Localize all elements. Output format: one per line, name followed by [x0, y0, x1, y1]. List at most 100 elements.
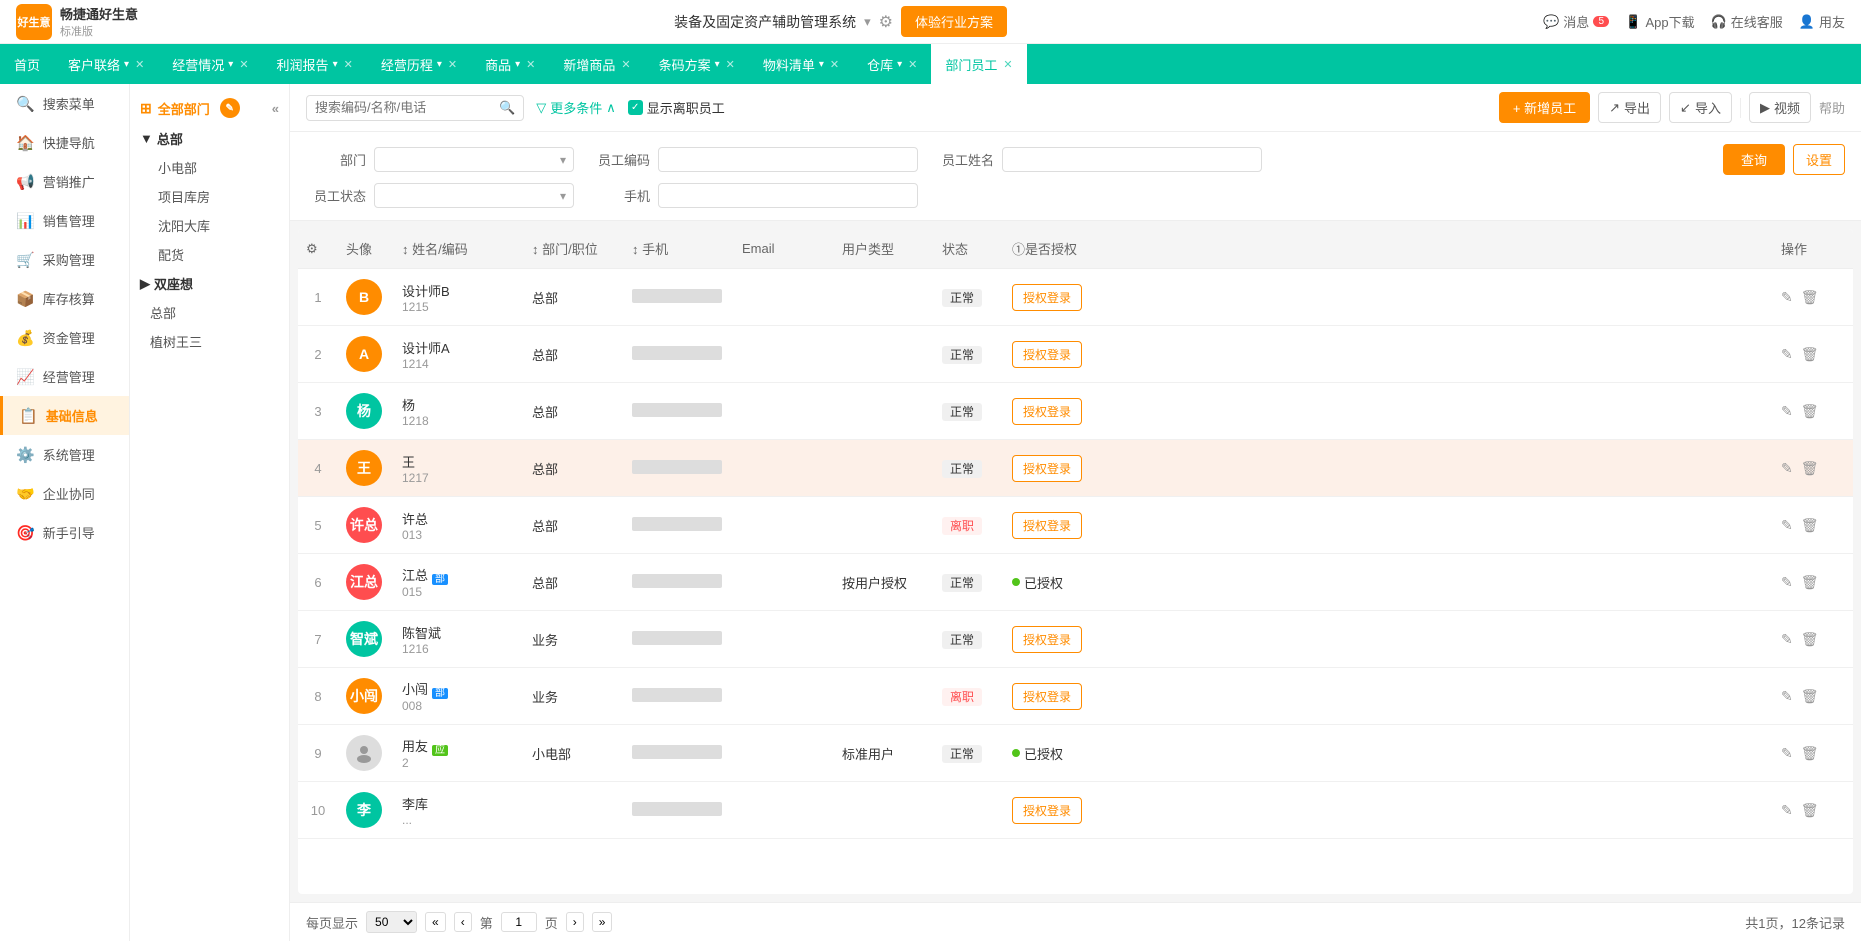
- collapse-icon[interactable]: «: [272, 101, 279, 116]
- sidebar-item-marketing[interactable]: 📢 营销推广: [0, 162, 129, 201]
- nav-item-history[interactable]: 经营历程 ▾ ✕: [367, 44, 471, 84]
- add-employee-button[interactable]: + 新增员工: [1499, 92, 1590, 123]
- more-filter-button[interactable]: ▽ 更多条件 ∧: [536, 98, 616, 117]
- col-name-header[interactable]: ↕ 姓名/编码: [394, 229, 524, 269]
- delete-icon[interactable]: 🗑: [1801, 574, 1819, 591]
- settings-button[interactable]: 设置: [1793, 144, 1845, 175]
- dept-item-xiaodian[interactable]: 小电部: [130, 153, 289, 182]
- nav-close-icon[interactable]: ✕: [830, 58, 839, 71]
- edit-icon[interactable]: ✎: [1781, 403, 1793, 420]
- authorize-button[interactable]: 授权登录: [1012, 455, 1082, 482]
- nav-close-icon[interactable]: ✕: [908, 58, 917, 71]
- nav-item-bom[interactable]: 物料清单 ▾ ✕: [749, 44, 853, 84]
- employee-code-input[interactable]: [658, 147, 918, 172]
- gear-icon[interactable]: ⚙: [879, 12, 893, 32]
- online-service-button[interactable]: 🎧 在线客服: [1711, 12, 1783, 31]
- nav-item-customer[interactable]: 客户联络 ▾ ✕: [54, 44, 158, 84]
- nav-item-home[interactable]: 首页: [0, 44, 54, 84]
- dept-item-distribution[interactable]: 配货: [130, 240, 289, 269]
- sidebar-item-collab[interactable]: 🤝 企业协同: [0, 474, 129, 513]
- edit-icon[interactable]: ✎: [1781, 517, 1793, 534]
- delete-icon[interactable]: 🗑: [1801, 745, 1819, 762]
- nav-close-icon[interactable]: ✕: [135, 58, 144, 71]
- delete-icon[interactable]: 🗑: [1801, 460, 1819, 477]
- edit-icon[interactable]: ✎: [1781, 289, 1793, 306]
- delete-icon[interactable]: 🗑: [1801, 631, 1819, 648]
- employee-name-input[interactable]: [1002, 147, 1262, 172]
- page-size-select[interactable]: 50 100: [366, 911, 417, 933]
- nav-close-icon[interactable]: ✕: [726, 58, 735, 71]
- nav-item-operation[interactable]: 经营情况 ▾ ✕: [158, 44, 262, 84]
- col-dept-header[interactable]: ↕ 部门/职位: [524, 229, 624, 269]
- sidebar-item-quicknav[interactable]: 🏠 快捷导航: [0, 123, 129, 162]
- query-button[interactable]: 查询: [1723, 144, 1785, 175]
- sidebar-item-search[interactable]: 🔍 搜索菜单: [0, 84, 129, 123]
- edit-icon[interactable]: ✎: [1781, 346, 1793, 363]
- sidebar-item-inventory[interactable]: 📦 库存核算: [0, 279, 129, 318]
- dept-item-plant[interactable]: 植树王三: [130, 327, 289, 356]
- edit-icon[interactable]: ✎: [1781, 574, 1793, 591]
- edit-icon[interactable]: ✎: [1781, 631, 1793, 648]
- dept-item-general[interactable]: 总部: [130, 298, 289, 327]
- nav-item-employee[interactable]: 部门员工 ✕: [931, 44, 1026, 84]
- delete-icon[interactable]: 🗑: [1801, 802, 1819, 819]
- sidebar-item-finance[interactable]: 💰 资金管理: [0, 318, 129, 357]
- prev-button[interactable]: ‹: [454, 912, 472, 932]
- dropdown-arrow-icon[interactable]: ▾: [864, 14, 871, 30]
- next-button[interactable]: ›: [566, 912, 584, 932]
- edit-icon[interactable]: ✎: [1781, 745, 1793, 762]
- prev-first-button[interactable]: «: [425, 912, 446, 932]
- status-select[interactable]: [374, 183, 574, 208]
- edit-icon[interactable]: ✎: [1781, 460, 1793, 477]
- dept-group-general[interactable]: ▼ 总部: [130, 124, 289, 153]
- user-avatar[interactable]: 👤 用友: [1799, 12, 1845, 31]
- next-last-button[interactable]: »: [592, 912, 613, 932]
- dept-item-project[interactable]: 项目库房: [130, 182, 289, 211]
- dept-item-shenyang[interactable]: 沈阳大库: [130, 211, 289, 240]
- dept-select-wrap[interactable]: [374, 147, 574, 172]
- nav-item-profit[interactable]: 利润报告 ▾ ✕: [263, 44, 367, 84]
- nav-close-icon[interactable]: ✕: [344, 58, 353, 71]
- search-input[interactable]: [315, 100, 495, 115]
- col-settings[interactable]: ⚙: [298, 229, 338, 269]
- message-button[interactable]: 💬 消息 5: [1543, 12, 1609, 31]
- sidebar-item-guide[interactable]: 🎯 新手引导: [0, 513, 129, 552]
- experience-button[interactable]: 体验行业方案: [901, 6, 1007, 37]
- delete-icon[interactable]: 🗑: [1801, 688, 1819, 705]
- sidebar-item-basic[interactable]: 📋 基础信息: [0, 396, 129, 435]
- authorize-button[interactable]: 授权登录: [1012, 797, 1082, 824]
- authorize-button[interactable]: 授权登录: [1012, 284, 1082, 311]
- nav-close-icon[interactable]: ✕: [621, 58, 630, 71]
- delete-icon[interactable]: 🗑: [1801, 403, 1819, 420]
- delete-icon[interactable]: 🗑: [1801, 289, 1819, 306]
- import-button[interactable]: ↙ 导入: [1669, 92, 1732, 123]
- authorize-button[interactable]: 授权登录: [1012, 626, 1082, 653]
- status-select-wrap[interactable]: [374, 183, 574, 208]
- nav-item-goods[interactable]: 商品 ▾ ✕: [471, 44, 549, 84]
- delete-icon[interactable]: 🗑: [1801, 346, 1819, 363]
- app-download-button[interactable]: 📱 App下载: [1625, 12, 1694, 31]
- authorize-button[interactable]: 授权登录: [1012, 683, 1082, 710]
- video-button[interactable]: ▶ 视频: [1749, 92, 1811, 123]
- col-phone-header[interactable]: ↕ 手机: [624, 229, 734, 269]
- dept-edit-icon[interactable]: ✎: [220, 98, 240, 118]
- sidebar-item-system[interactable]: ⚙️ 系统管理: [0, 435, 129, 474]
- authorize-button[interactable]: 授权登录: [1012, 512, 1082, 539]
- nav-item-new-goods[interactable]: 新增商品 ✕: [549, 44, 644, 84]
- page-input[interactable]: [501, 912, 537, 932]
- nav-close-icon[interactable]: ✕: [1003, 58, 1012, 71]
- dept-group-dual[interactable]: ▶ 双座想: [130, 269, 289, 298]
- sidebar-item-management[interactable]: 📈 经营管理: [0, 357, 129, 396]
- dept-select[interactable]: [374, 147, 574, 172]
- edit-icon[interactable]: ✎: [1781, 688, 1793, 705]
- phone-input[interactable]: [658, 183, 918, 208]
- export-button[interactable]: ↗ 导出: [1598, 92, 1661, 123]
- help-text[interactable]: 帮助: [1819, 98, 1845, 117]
- nav-close-icon[interactable]: ✕: [239, 58, 248, 71]
- nav-item-warehouse[interactable]: 仓库 ▾ ✕: [853, 44, 931, 84]
- sidebar-item-purchase[interactable]: 🛒 采购管理: [0, 240, 129, 279]
- edit-icon[interactable]: ✎: [1781, 802, 1793, 819]
- nav-close-icon[interactable]: ✕: [448, 58, 457, 71]
- authorize-button[interactable]: 授权登录: [1012, 398, 1082, 425]
- sidebar-item-sales[interactable]: 📊 销售管理: [0, 201, 129, 240]
